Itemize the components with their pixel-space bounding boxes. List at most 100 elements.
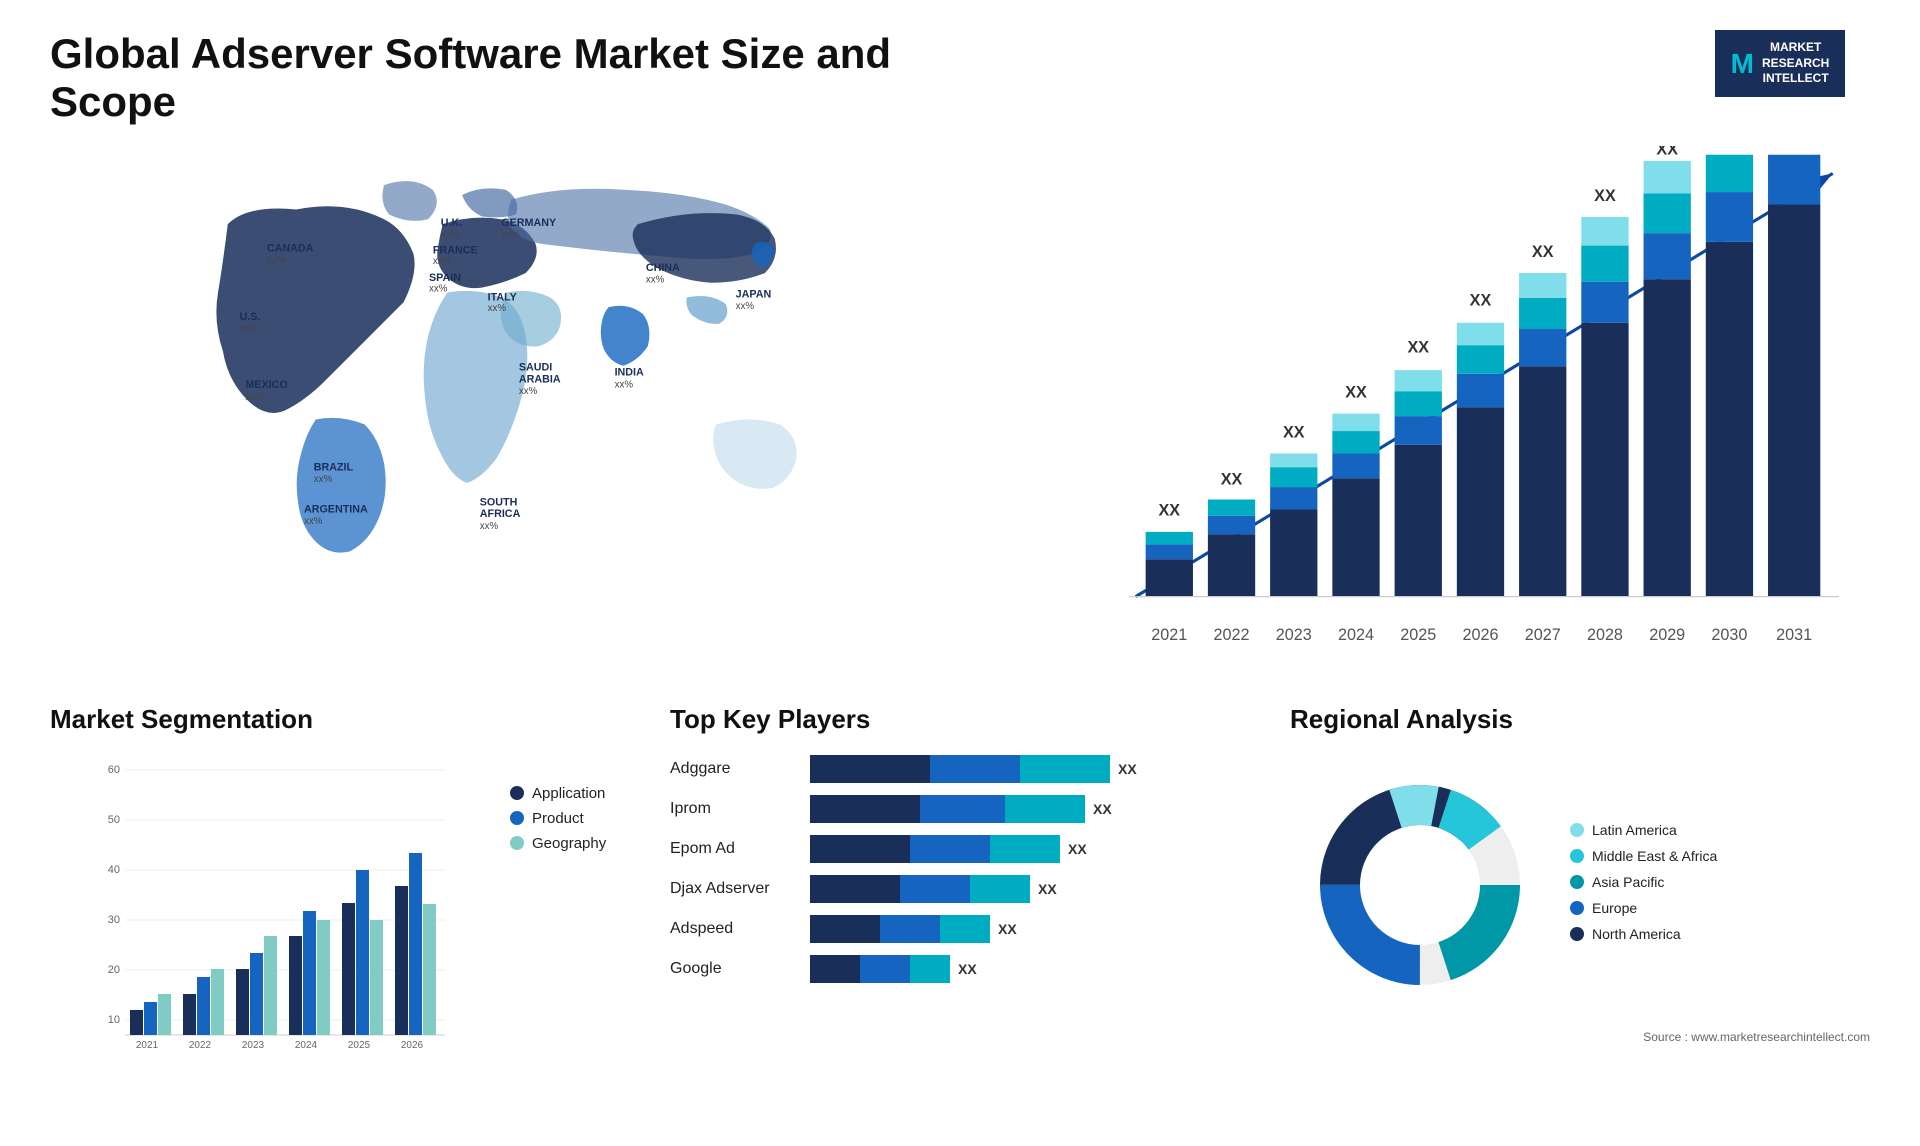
svg-text:XX: XX [1345, 383, 1367, 401]
dot-latin-america [1570, 823, 1584, 837]
svg-text:FRANCE: FRANCE [433, 244, 478, 256]
page-title: Global Adserver Software Market Size and… [50, 30, 950, 126]
segmentation-title: Market Segmentation [50, 704, 630, 735]
page-header: Global Adserver Software Market Size and… [50, 30, 1870, 126]
svg-text:xx%: xx% [441, 229, 460, 240]
top-section: CANADA xx% U.S. xx% MEXICO xx% BRAZIL xx… [50, 146, 1870, 674]
player-xx-iprom: XX [1093, 801, 1112, 817]
player-xx-epom: XX [1068, 841, 1087, 857]
legend-geography: Geography [510, 835, 630, 852]
svg-text:2022: 2022 [1213, 626, 1249, 644]
svg-text:xx%: xx% [646, 275, 665, 286]
player-name-epom: Epom Ad [670, 840, 800, 858]
player-row-adspeed: Adspeed XX [670, 915, 1250, 943]
svg-text:AFRICA: AFRICA [480, 508, 521, 520]
players-title: Top Key Players [670, 704, 1250, 735]
legend-label-geography: Geography [532, 835, 606, 852]
legend-north-america: North America [1570, 926, 1717, 942]
players-list: Adggare XX Iprom [670, 755, 1250, 983]
legend-asia-pacific: Asia Pacific [1570, 874, 1717, 890]
donut-chart [1290, 755, 1550, 1020]
svg-text:SOUTH: SOUTH [480, 496, 518, 508]
svg-text:SPAIN: SPAIN [429, 272, 461, 284]
regional-section: Regional Analysis [1290, 704, 1870, 1055]
svg-text:INDIA: INDIA [615, 367, 644, 379]
legend-dot-geography [510, 836, 524, 850]
segmentation-chart: 60 50 40 30 20 10 [50, 755, 490, 1055]
player-bar-iprom: XX [810, 795, 1250, 823]
player-row-adggare: Adggare XX [670, 755, 1250, 783]
svg-text:60: 60 [108, 764, 120, 776]
growth-chart-section: XX 2021 XX 2022 XX 2023 XX 2024 [1061, 146, 1870, 674]
player-row-djax: Djax Adserver XX [670, 875, 1250, 903]
svg-text:U.K.: U.K. [441, 217, 462, 229]
legend-mea: Middle East & Africa [1570, 848, 1717, 864]
svg-text:BRAZIL: BRAZIL [314, 461, 354, 473]
svg-text:40: 40 [108, 864, 120, 876]
regional-title: Regional Analysis [1290, 704, 1870, 735]
svg-text:xx%: xx% [615, 379, 634, 390]
svg-text:2029: 2029 [1649, 626, 1685, 644]
svg-text:2025: 2025 [348, 1040, 371, 1051]
logo-letter: M [1731, 44, 1754, 83]
svg-text:ARABIA: ARABIA [519, 373, 561, 385]
legend-dot-product [510, 811, 524, 825]
svg-text:XX: XX [1532, 243, 1554, 261]
label-asia-pacific: Asia Pacific [1592, 874, 1664, 890]
label-north-america: North America [1592, 926, 1681, 942]
source-text: Source : www.marketresearchintellect.com [1290, 1030, 1870, 1044]
player-bar-adggare: XX [810, 755, 1250, 783]
svg-text:xx%: xx% [314, 474, 333, 485]
regional-container: Latin America Middle East & Africa Asia … [1290, 755, 1870, 1020]
player-bar-djax: XX [810, 875, 1250, 903]
legend-application: Application [510, 785, 630, 802]
svg-text:XX: XX [1407, 339, 1429, 357]
dot-north-america [1570, 927, 1584, 941]
svg-text:2027: 2027 [1525, 626, 1561, 644]
svg-text:xx%: xx% [245, 392, 264, 403]
svg-text:ARGENTINA: ARGENTINA [304, 503, 368, 515]
svg-text:XX: XX [1594, 187, 1616, 205]
player-xx-adggare: XX [1118, 761, 1137, 777]
svg-text:CHINA: CHINA [646, 262, 680, 274]
player-bar-google: XX [810, 955, 1250, 983]
legend-dot-application [510, 786, 524, 800]
player-name-iprom: Iprom [670, 800, 800, 818]
dot-europe [1570, 901, 1584, 915]
svg-text:2024: 2024 [1338, 626, 1374, 644]
player-name-adspeed: Adspeed [670, 920, 800, 938]
dot-asia-pacific [1570, 875, 1584, 889]
svg-text:2023: 2023 [1276, 626, 1312, 644]
svg-text:xx%: xx% [480, 521, 499, 532]
player-bar-adspeed: XX [810, 915, 1250, 943]
player-xx-google: XX [958, 961, 977, 977]
svg-text:XX: XX [1221, 471, 1243, 489]
svg-text:xx%: xx% [736, 301, 755, 312]
svg-text:2031: 2031 [1776, 626, 1812, 644]
legend-product: Product [510, 810, 630, 827]
regional-legend: Latin America Middle East & Africa Asia … [1570, 822, 1717, 952]
svg-text:JAPAN: JAPAN [736, 288, 772, 300]
legend-label-application: Application [532, 785, 605, 802]
svg-text:2024: 2024 [295, 1040, 318, 1051]
player-name-adggare: Adggare [670, 760, 800, 778]
player-name-google: Google [670, 960, 800, 978]
segmentation-section: Market Segmentation 60 50 40 30 20 10 [50, 704, 630, 1055]
svg-text:xx%: xx% [433, 256, 452, 267]
label-europe: Europe [1592, 900, 1637, 916]
svg-text:2021: 2021 [136, 1040, 159, 1051]
svg-text:xx%: xx% [501, 229, 520, 240]
svg-text:xx%: xx% [267, 255, 286, 266]
logo-text: MARKET RESEARCH INTELLECT [1762, 40, 1829, 87]
player-row-epom: Epom Ad XX [670, 835, 1250, 863]
player-row-iprom: Iprom XX [670, 795, 1250, 823]
world-map: CANADA xx% U.S. xx% MEXICO xx% BRAZIL xx… [50, 146, 1021, 566]
svg-text:GERMANY: GERMANY [501, 217, 556, 229]
svg-text:20: 20 [108, 964, 120, 976]
svg-text:xx%: xx% [239, 324, 258, 335]
segmentation-legend: Application Product Geography [510, 755, 630, 860]
player-row-google: Google XX [670, 955, 1250, 983]
bottom-section: Market Segmentation 60 50 40 30 20 10 [50, 704, 1870, 1055]
svg-text:2030: 2030 [1711, 626, 1747, 644]
svg-text:30: 30 [108, 914, 120, 926]
